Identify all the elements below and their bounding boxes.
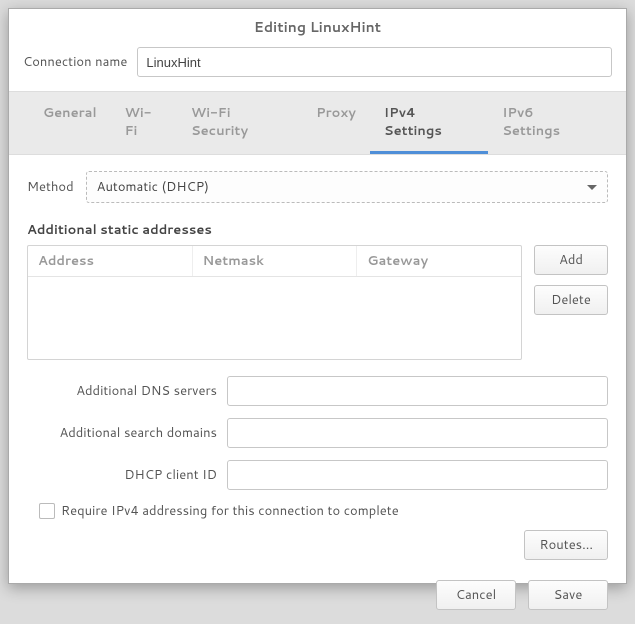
tab-proxy[interactable]: Proxy — [302, 92, 370, 154]
tab-content: Method Automatic (DHCP) Additional stati… — [9, 155, 626, 570]
tab-general[interactable]: General — [29, 92, 111, 154]
static-addresses-header: Additional static addresses — [27, 221, 608, 239]
edit-connection-dialog: Editing LinuxHint Connection name Genera… — [8, 8, 627, 584]
tab-wifi-security[interactable]: Wi-Fi Security — [177, 92, 302, 154]
dialog-footer: Cancel Save — [9, 570, 626, 624]
static-addresses-buttons: Add Delete — [534, 245, 608, 360]
routes-button[interactable]: Routes... — [524, 530, 608, 560]
col-netmask: Netmask — [193, 246, 358, 276]
method-select-value: Automatic (DHCP) — [97, 178, 209, 196]
cancel-button[interactable]: Cancel — [436, 580, 516, 610]
static-addresses-columns: Address Netmask Gateway — [28, 246, 521, 277]
dns-input[interactable] — [227, 376, 608, 406]
search-domains-row: Additional search domains — [27, 418, 608, 448]
routes-row: Routes... — [27, 530, 608, 560]
require-ipv4-row: Require IPv4 addressing for this connect… — [39, 502, 608, 520]
search-domains-label: Additional search domains — [27, 424, 227, 442]
dns-label: Additional DNS servers — [27, 382, 227, 400]
method-row: Method Automatic (DHCP) — [27, 171, 608, 203]
static-addresses-area: Address Netmask Gateway Add Delete — [27, 245, 608, 360]
method-label: Method — [27, 178, 74, 196]
delete-button[interactable]: Delete — [534, 285, 608, 315]
chevron-down-icon — [587, 185, 597, 190]
connection-name-label: Connection name — [23, 53, 127, 71]
dhcp-client-id-label: DHCP client ID — [27, 466, 227, 484]
tab-wifi[interactable]: Wi-Fi — [111, 92, 177, 154]
dialog-title: Editing LinuxHint — [9, 9, 626, 43]
dhcp-client-id-input[interactable] — [227, 460, 608, 490]
tab-bar: General Wi-Fi Wi-Fi Security Proxy IPv4 … — [9, 91, 626, 155]
require-ipv4-label: Require IPv4 addressing for this connect… — [61, 502, 399, 520]
search-domains-input[interactable] — [227, 418, 608, 448]
add-button[interactable]: Add — [534, 245, 608, 275]
tab-ipv4-settings[interactable]: IPv4 Settings — [370, 92, 488, 154]
col-address: Address — [28, 246, 193, 276]
background-window-fragment — [0, 0, 12, 4]
tab-ipv6-settings[interactable]: IPv6 Settings — [488, 92, 606, 154]
static-addresses-table[interactable]: Address Netmask Gateway — [27, 245, 522, 360]
col-gateway: Gateway — [357, 246, 521, 276]
method-select[interactable]: Automatic (DHCP) — [86, 171, 608, 203]
connection-name-input[interactable] — [137, 47, 612, 77]
dhcp-client-id-row: DHCP client ID — [27, 460, 608, 490]
dns-row: Additional DNS servers — [27, 376, 608, 406]
require-ipv4-checkbox[interactable] — [39, 503, 55, 519]
save-button[interactable]: Save — [528, 580, 608, 610]
connection-name-row: Connection name — [9, 43, 626, 81]
